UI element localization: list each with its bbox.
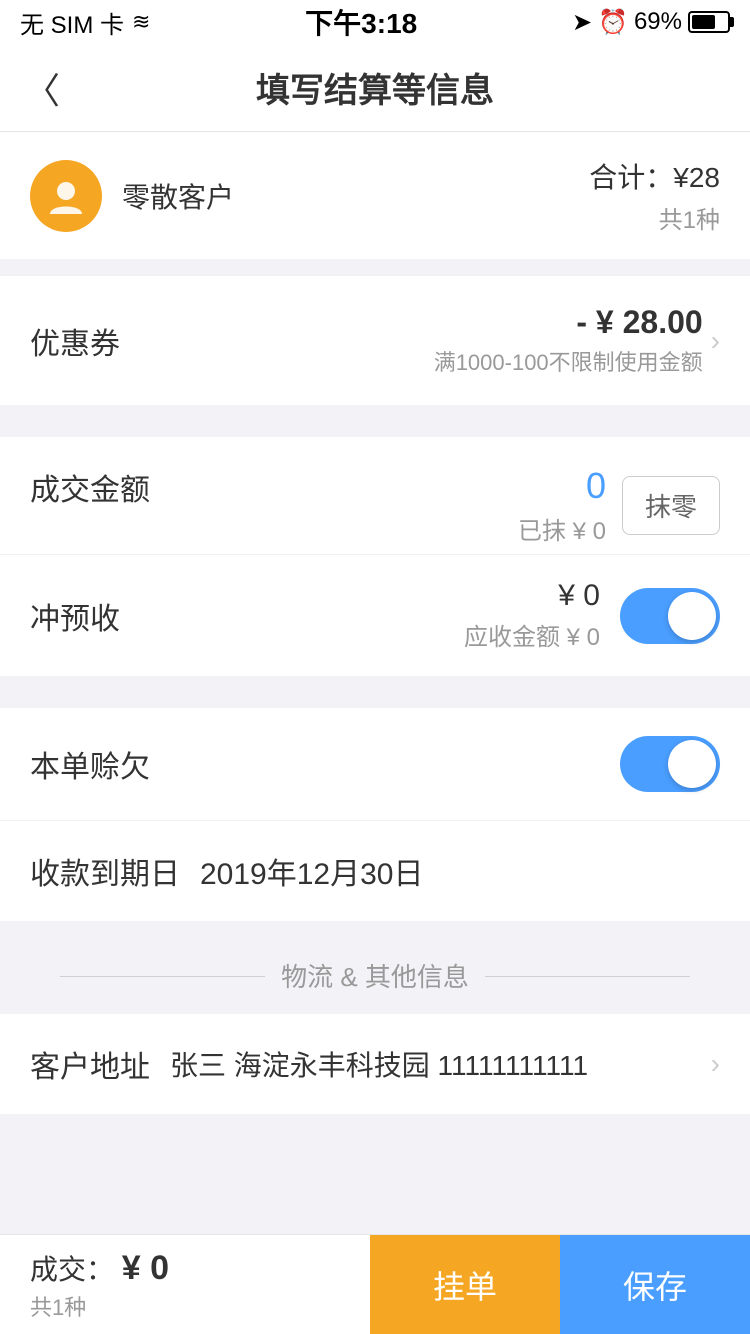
location-icon: ➤ — [572, 8, 592, 37]
address-chevron-icon: › — [711, 1048, 720, 1080]
coupon-right: - ¥ 28.00 满1000-100不限制使用金额 › — [434, 304, 720, 377]
divider-2 — [0, 676, 750, 692]
save-label: 保存 — [623, 1262, 687, 1308]
back-button[interactable]: 〈 — [24, 62, 60, 114]
divider-1 — [0, 421, 750, 437]
coupon-row[interactable]: 优惠券 - ¥ 28.00 满1000-100不限制使用金额 › — [0, 275, 750, 405]
prereceive-label: 冲预收 — [30, 594, 120, 638]
status-time: 下午3:18 — [305, 2, 417, 42]
bottom-bar: 成交： ¥ 0 共1种 挂单 保存 — [0, 1234, 750, 1334]
page-title: 填写结算等信息 — [256, 63, 494, 112]
battery-percent: 69% — [634, 8, 682, 36]
round-zero-button[interactable]: 抹零 — [622, 476, 720, 535]
hang-order-label: 挂单 — [433, 1262, 497, 1308]
debt-toggle[interactable] — [620, 736, 720, 792]
logistics-section: 物流 & 其他信息 — [0, 937, 750, 1014]
amount-input-area: 0 已抹 ¥ 0 — [518, 465, 606, 546]
coupon-value: - ¥ 28.00 满1000-100不限制使用金额 — [434, 304, 703, 377]
logistics-header: 物流 & 其他信息 — [0, 937, 750, 1014]
rounded-label: 已抹 ¥ 0 — [518, 511, 606, 546]
debt-section: 本单赊欠 收款到期日 2019年12月30日 — [0, 708, 750, 921]
bottom-count: 共1种 — [30, 1290, 340, 1322]
customer-row: 零散客户 合计：¥28 共1种 — [0, 132, 750, 259]
due-date-row: 收款到期日 2019年12月30日 — [0, 821, 750, 921]
receivable-label: 应收金额 ¥ 0 — [464, 617, 600, 652]
logistics-title: 物流 & 其他信息 — [265, 957, 485, 994]
avatar — [30, 160, 102, 232]
hang-order-button[interactable]: 挂单 — [370, 1235, 560, 1334]
discount-desc: 满1000-100不限制使用金额 — [434, 345, 703, 377]
coupon-section: 优惠券 - ¥ 28.00 满1000-100不限制使用金额 › — [0, 275, 750, 405]
prereceive-amount: ¥ 0 — [464, 579, 600, 613]
debt-label: 本单赊欠 — [30, 742, 150, 786]
due-date-label: 收款到期日 — [30, 849, 180, 893]
chevron-right-icon: › — [711, 325, 720, 357]
toggle-thumb — [668, 592, 716, 640]
status-right: ➤ ⏰ 69% — [572, 8, 730, 37]
bottom-info: 成交： ¥ 0 共1种 — [0, 1235, 370, 1334]
coupon-label: 优惠券 — [30, 319, 120, 363]
status-bar: 无 SIM 卡 ≋ 下午3:18 ➤ ⏰ 69% — [0, 0, 750, 44]
prereceive-row: 冲预收 ¥ 0 应收金额 ¥ 0 — [0, 555, 750, 676]
customer-total: 合计：¥28 共1种 — [589, 156, 720, 235]
battery-icon — [688, 11, 730, 33]
save-button[interactable]: 保存 — [560, 1235, 750, 1334]
alarm-icon: ⏰ — [598, 8, 628, 37]
bottom-deal-row: 成交： ¥ 0 — [30, 1248, 340, 1288]
prereceive-values: ¥ 0 应收金额 ¥ 0 — [464, 579, 600, 652]
prereceive-right: ¥ 0 应收金额 ¥ 0 — [464, 579, 720, 652]
amount-row: 成交金额 0 已抹 ¥ 0 抹零 — [0, 437, 750, 555]
total-amount: ¥28 — [673, 162, 720, 193]
customer-name: 零散客户 — [122, 176, 234, 216]
prereceive-toggle[interactable] — [620, 588, 720, 644]
bottom-deal-label: 成交： — [30, 1254, 114, 1285]
total-count: 共1种 — [589, 200, 720, 235]
discount-amount: - ¥ 28.00 — [434, 304, 703, 341]
transaction-label: 成交金额 — [30, 465, 150, 509]
address-row[interactable]: 客户地址 张三 海淀永丰科技园 11111111111 › — [0, 1014, 750, 1114]
carrier-label: 无 SIM 卡 — [20, 5, 124, 40]
transaction-value[interactable]: 0 — [518, 465, 606, 507]
status-left: 无 SIM 卡 ≋ — [20, 5, 150, 40]
wifi-icon: ≋ — [132, 9, 150, 35]
due-date-value: 2019年12月30日 — [200, 849, 423, 893]
nav-bar: 〈 填写结算等信息 — [0, 44, 750, 132]
debt-toggle-thumb — [668, 740, 716, 788]
bottom-amount: ¥ 0 — [122, 1249, 169, 1287]
address-section: 客户地址 张三 海淀永丰科技园 11111111111 › — [0, 1014, 750, 1114]
customer-info: 零散客户 — [30, 160, 234, 232]
battery-fill — [692, 15, 715, 29]
address-value: 张三 海淀永丰科技园 11111111111 — [170, 1044, 711, 1084]
total-label: 合计： — [589, 162, 673, 193]
address-label: 客户地址 — [30, 1042, 150, 1086]
amount-right: 0 已抹 ¥ 0 抹零 — [518, 465, 720, 546]
debt-row: 本单赊欠 — [0, 708, 750, 821]
transaction-section: 成交金额 0 已抹 ¥ 0 抹零 冲预收 ¥ 0 应收金额 ¥ 0 — [0, 437, 750, 676]
